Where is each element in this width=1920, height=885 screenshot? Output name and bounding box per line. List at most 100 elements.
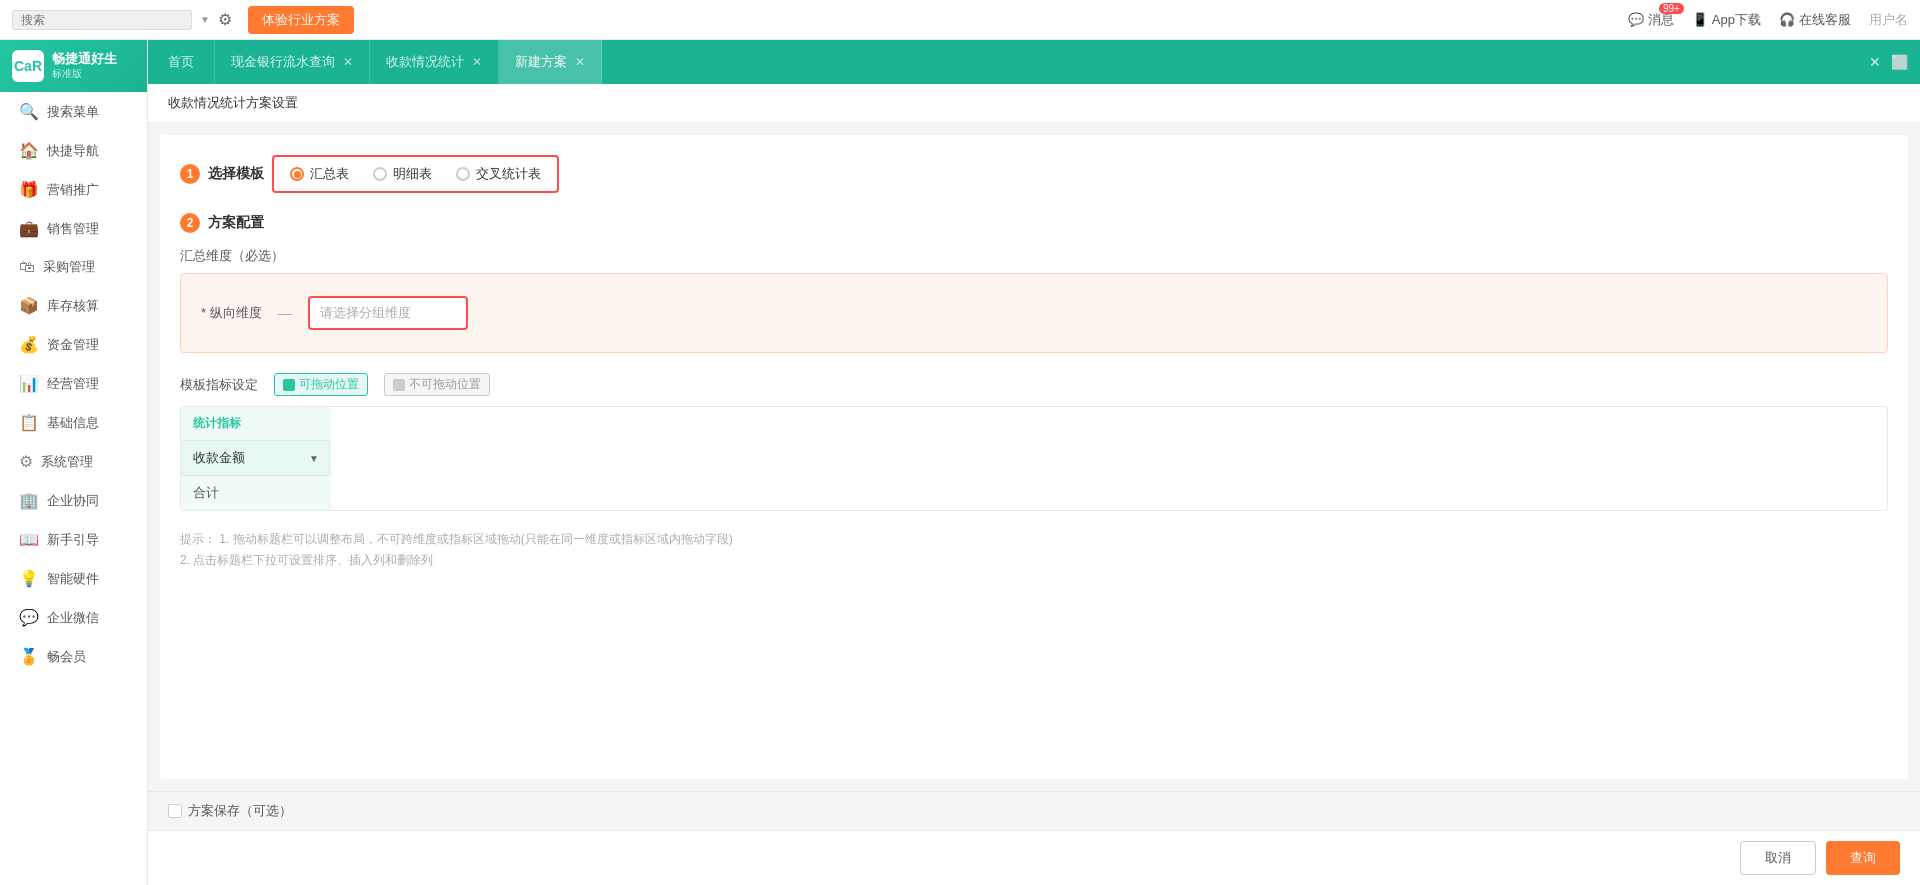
member-icon: 🏅 <box>19 647 39 666</box>
service-label: 在线客服 <box>1799 11 1851 29</box>
window-expand-icon[interactable]: ⬜ <box>1891 54 1908 70</box>
sidebar-item-label: 畅会员 <box>47 648 86 666</box>
indicator-cell[interactable]: 收款金额 ▼ <box>181 441 331 476</box>
sidebar-item-finance[interactable]: 💰 资金管理 <box>0 325 147 364</box>
tab-new-plan[interactable]: 新建方案 ✕ <box>499 40 602 84</box>
cashflow-tab-close[interactable]: ✕ <box>343 55 353 69</box>
top-header: ▼ ⚙ 体验行业方案 💬 消息 99+ 📱 App下载 🎧 在线客服 用户名 <box>0 0 1920 40</box>
dim-placeholder: 请选择分组维度 <box>320 305 411 320</box>
tab-bar: 首页 现金银行流水查询 ✕ 收款情况统计 ✕ 新建方案 ✕ ✕ ⬜ <box>148 40 1920 84</box>
home-tab-label: 首页 <box>168 53 194 71</box>
sidebar-item-hardware[interactable]: 💡 智能硬件 <box>0 559 147 598</box>
new-plan-tab-label: 新建方案 <box>515 53 567 71</box>
indicators-col-header: 统计指标 <box>181 407 331 441</box>
search-input[interactable] <box>12 10 192 30</box>
new-plan-tab-close[interactable]: ✕ <box>575 55 585 69</box>
service-item[interactable]: 🎧 在线客服 <box>1779 11 1851 29</box>
download-label: App下载 <box>1712 11 1761 29</box>
tip2: 2. 点击标题栏下拉可设置排序、插入列和删除列 <box>180 552 1888 569</box>
action-bar: 取消 查询 <box>148 830 1920 885</box>
template-select-row: 汇总表 明细表 交叉统计表 <box>272 155 559 193</box>
sidebar-item-inventory[interactable]: 📦 库存核算 <box>0 286 147 325</box>
sidebar-item-purchase[interactable]: 🛍 采购管理 <box>0 248 147 286</box>
sidebar-item-label: 搜索菜单 <box>47 103 99 121</box>
tab-payment[interactable]: 收款情况统计 ✕ <box>370 40 499 84</box>
logo-sub: 标准版 <box>52 67 117 81</box>
sidebar-item-search-menu[interactable]: 🔍 搜索菜单 <box>0 92 147 131</box>
save-checkbox-wrap[interactable]: 方案保存（可选） <box>168 802 292 820</box>
step2-header: 2 方案配置 <box>180 213 1888 233</box>
sidebar-item-label: 采购管理 <box>43 258 95 276</box>
sidebar-item-label: 企业协同 <box>47 492 99 510</box>
marketing-icon: 🎁 <box>19 180 39 199</box>
chevron-down-icon[interactable]: ▼ <box>200 14 210 25</box>
radio-detail[interactable]: 明细表 <box>373 165 432 183</box>
dim-select-box[interactable]: 请选择分组维度 <box>308 296 468 330</box>
radio-cross[interactable]: 交叉统计表 <box>456 165 541 183</box>
radio-cross-label: 交叉统计表 <box>476 165 541 183</box>
page-breadcrumb: 收款情况统计方案设置 <box>148 84 1920 123</box>
radio-circle-detail <box>373 167 387 181</box>
window-close-icon[interactable]: ✕ <box>1869 54 1881 70</box>
page-footer: 方案保存（可选） <box>148 791 1920 830</box>
indicator-cell-text: 收款金额 <box>193 449 245 467</box>
sidebar-item-collab[interactable]: 🏢 企业协同 <box>0 481 147 520</box>
finance-icon: 💰 <box>19 335 39 354</box>
sidebar-item-basic-info[interactable]: 📋 基础信息 <box>0 403 147 442</box>
notification-item[interactable]: 💬 消息 99+ <box>1628 11 1674 29</box>
logo-text: 畅捷通好生 <box>52 51 117 67</box>
save-checkbox-label: 方案保存（可选） <box>188 802 292 820</box>
sidebar-item-quick-nav[interactable]: 🏠 快捷导航 <box>0 131 147 170</box>
drag-label: 可拖动位置 <box>299 376 359 393</box>
dim-arrow-icon: — <box>278 305 292 321</box>
sidebar-item-member[interactable]: 🏅 畅会员 <box>0 637 147 676</box>
no-drag-badge-icon <box>393 379 405 391</box>
tab-cashflow[interactable]: 现金银行流水查询 ✕ <box>215 40 370 84</box>
sidebar-item-label: 经营管理 <box>47 375 99 393</box>
notification-badge: 99+ <box>1659 3 1684 14</box>
indicators-grid: 统计指标 收款金额 ▼ 合计 <box>180 406 1888 511</box>
sidebar-item-guide[interactable]: 📖 新手引导 <box>0 520 147 559</box>
quick-nav-icon: 🏠 <box>19 141 39 160</box>
dimension-label: 汇总维度（必选） <box>180 247 1888 265</box>
indicators-section: 模板指标设定 可拖动位置 不可拖动位置 统计指标 <box>180 373 1888 511</box>
user-name[interactable]: 用户名 <box>1869 11 1908 29</box>
tab-bar-right: ✕ ⬜ <box>1857 40 1920 84</box>
dim-row-label: * 纵向维度 <box>201 304 262 322</box>
form-card: 1 选择模板 汇总表 明细表 <box>160 135 1908 779</box>
payment-tab-close[interactable]: ✕ <box>472 55 482 69</box>
gear-icon[interactable]: ⚙ <box>218 10 232 29</box>
cashflow-tab-label: 现金银行流水查询 <box>231 53 335 71</box>
message-icon: 💬 <box>1628 12 1644 27</box>
tab-home[interactable]: 首页 <box>148 40 215 84</box>
indicators-header: 模板指标设定 可拖动位置 不可拖动位置 <box>180 373 1888 396</box>
sales-icon: 💼 <box>19 219 39 238</box>
guide-icon: 📖 <box>19 530 39 549</box>
main-wrap: CaR 畅捷通好生 标准版 🔍 搜索菜单 🏠 快捷导航 🎁 营销推广 💼 销售管… <box>0 40 1920 885</box>
download-item[interactable]: 📱 App下载 <box>1692 11 1761 29</box>
hardware-icon: 💡 <box>19 569 39 588</box>
indicator-chevron-icon: ▼ <box>309 453 319 464</box>
operations-icon: 📊 <box>19 374 39 393</box>
sidebar-item-label: 快捷导航 <box>47 142 99 160</box>
config-section: 汇总维度（必选） * 纵向维度 — 请选择分组维度 <box>180 247 1888 353</box>
cancel-button[interactable]: 取消 <box>1740 841 1816 875</box>
radio-circle-cross <box>456 167 470 181</box>
save-checkbox[interactable] <box>168 804 182 818</box>
tip1: 提示： 1. 拖动标题栏可以调整布局，不可跨维度或指标区域拖动(只能在同一维度或… <box>180 531 1888 548</box>
indicators-title: 模板指标设定 <box>180 376 258 394</box>
step1-section: 1 选择模板 汇总表 明细表 <box>180 155 1888 193</box>
trial-button[interactable]: 体验行业方案 <box>248 6 354 34</box>
sidebar-item-operations[interactable]: 📊 经营管理 <box>0 364 147 403</box>
content-area: 首页 现金银行流水查询 ✕ 收款情况统计 ✕ 新建方案 ✕ ✕ ⬜ <box>148 40 1920 885</box>
query-button[interactable]: 查询 <box>1826 841 1900 875</box>
sidebar-item-label: 销售管理 <box>47 220 99 238</box>
sidebar-item-sales[interactable]: 💼 销售管理 <box>0 209 147 248</box>
sidebar-item-system[interactable]: ⚙ 系统管理 <box>0 442 147 481</box>
sidebar-item-label: 新手引导 <box>47 531 99 549</box>
radio-circle-summary <box>290 167 304 181</box>
breadcrumb-text: 收款情况统计方案设置 <box>168 95 298 110</box>
sidebar-item-marketing[interactable]: 🎁 营销推广 <box>0 170 147 209</box>
radio-summary[interactable]: 汇总表 <box>290 165 349 183</box>
sidebar-item-wechat[interactable]: 💬 企业微信 <box>0 598 147 637</box>
